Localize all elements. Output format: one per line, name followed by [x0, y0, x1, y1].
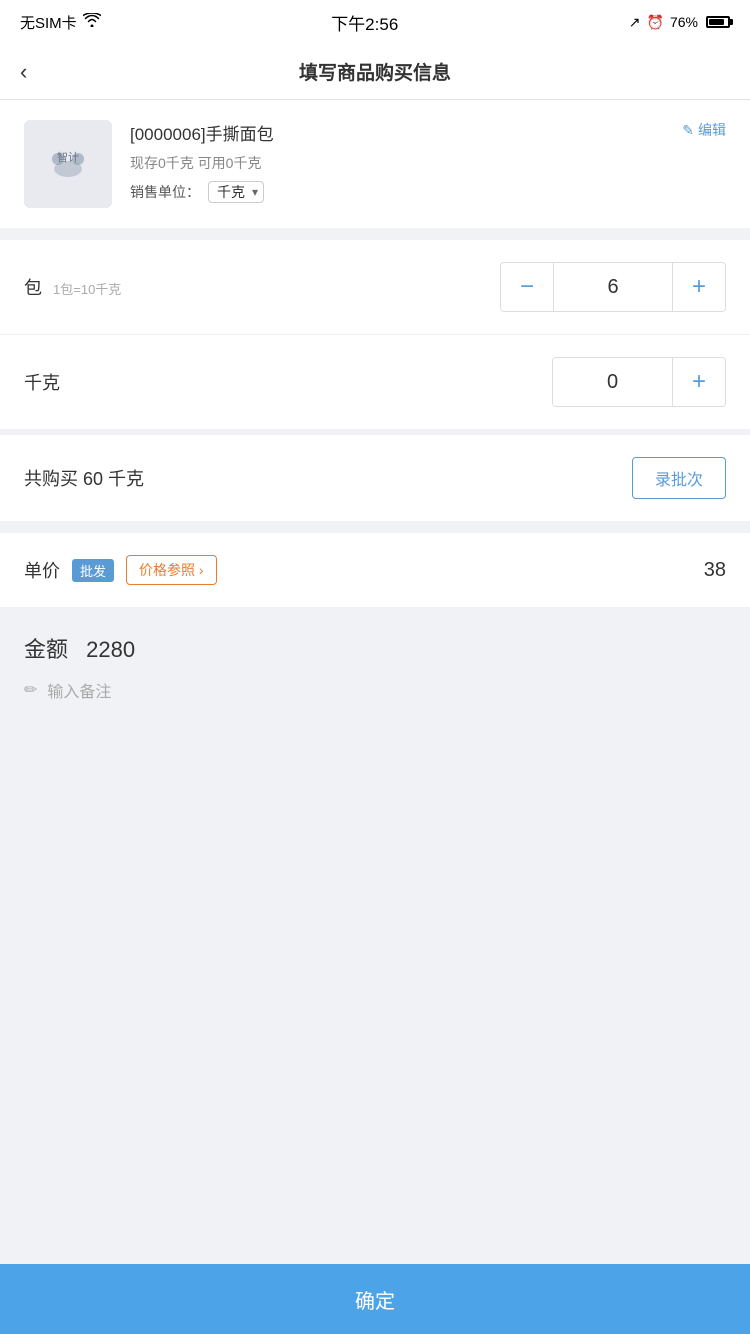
- price-value: 38: [704, 559, 726, 582]
- nav-bar: ‹ 填写商品购买信息: [0, 44, 750, 100]
- amount-value: 2280: [86, 637, 135, 662]
- status-time: 下午2:56: [331, 10, 398, 35]
- price-label: 单价: [24, 557, 60, 583]
- quantity-label-kg: 千克: [24, 369, 204, 395]
- product-card: 智计 [0000006]手撕面包 现存0千克 可用0千克 销售单位： 千克 ✎ …: [0, 100, 750, 234]
- edit-button[interactable]: ✎ 编辑: [682, 120, 726, 140]
- status-right: ↗ ⏰ 76%: [629, 14, 730, 31]
- quantity-label-bao: 包 1包=10千克: [24, 274, 204, 300]
- quantity-hint-bao: 1包=10千克: [53, 282, 121, 297]
- record-batch-button[interactable]: 录批次: [632, 457, 726, 499]
- edit-label: 编辑: [698, 120, 726, 140]
- quantity-control-bao: − +: [500, 262, 726, 312]
- price-ref-button[interactable]: 价格参照 ›: [126, 555, 217, 585]
- kg-quantity-input[interactable]: [553, 358, 673, 406]
- unit-label: 销售单位：: [130, 182, 200, 202]
- bao-quantity-input[interactable]: [553, 263, 673, 311]
- confirm-bar[interactable]: 确定: [0, 1264, 750, 1334]
- location-icon: ↗: [629, 14, 641, 31]
- svg-text:智计: 智计: [57, 150, 79, 164]
- amount-section: 金额 2280 ✏ 输入备注: [0, 608, 750, 718]
- battery-icon: [706, 16, 730, 28]
- carrier-label: 无SIM卡: [20, 12, 77, 33]
- page-title: 填写商品购买信息: [299, 58, 451, 85]
- product-unit: 销售单位： 千克: [130, 181, 664, 203]
- unit-select[interactable]: 千克: [208, 181, 264, 203]
- edit-icon: ✎: [682, 122, 694, 139]
- status-bar: 无SIM卡 下午2:56 ↗ ⏰ 76%: [0, 0, 750, 44]
- remark-icon: ✏: [24, 680, 37, 700]
- amount-row: 金额 2280: [24, 632, 726, 664]
- product-stock: 现存0千克 可用0千克: [130, 153, 664, 173]
- product-info: [0000006]手撕面包 现存0千克 可用0千克 销售单位： 千克: [130, 120, 664, 203]
- battery-label: 76%: [670, 14, 698, 30]
- status-left: 无SIM卡: [20, 12, 101, 33]
- remark-row[interactable]: ✏ 输入备注: [24, 678, 726, 702]
- wifi-icon: [83, 13, 101, 31]
- unit-select-wrap[interactable]: 千克: [208, 181, 264, 203]
- bao-plus-button[interactable]: +: [673, 263, 725, 311]
- product-name: [0000006]手撕面包: [130, 120, 664, 145]
- back-button[interactable]: ‹: [20, 59, 27, 85]
- quantity-row-bao: 包 1包=10千克 − +: [0, 240, 750, 335]
- summary-text: 共购买 60 千克: [24, 465, 144, 491]
- bao-minus-button[interactable]: −: [501, 263, 553, 311]
- kg-plus-button[interactable]: +: [673, 358, 725, 406]
- quantity-row-kg: 千克 +: [0, 335, 750, 435]
- quantity-control-kg: +: [552, 357, 726, 407]
- price-section: 单价 批发 价格参照 › 38: [0, 533, 750, 608]
- product-image: 智计: [24, 120, 112, 208]
- alarm-icon: ⏰: [647, 14, 664, 31]
- remark-label: 输入备注: [47, 678, 111, 702]
- confirm-button[interactable]: 确定: [355, 1285, 395, 1314]
- amount-label: 金额: [24, 637, 68, 662]
- quantity-section-bao: 包 1包=10千克 − + 千克 +: [0, 240, 750, 435]
- summary-row: 共购买 60 千克 录批次: [0, 435, 750, 527]
- price-batch-tag: 批发: [72, 559, 114, 582]
